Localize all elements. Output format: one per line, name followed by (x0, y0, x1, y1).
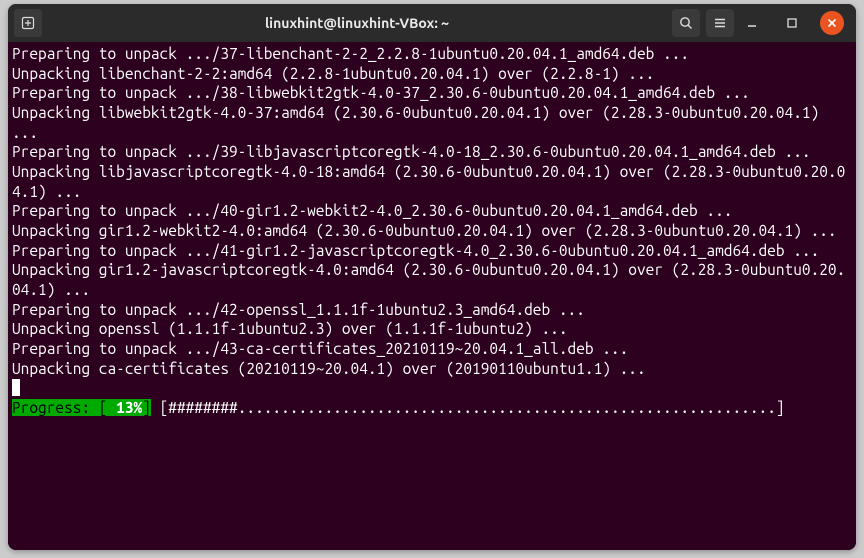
output-line: Preparing to unpack .../43-ca-certificat… (12, 340, 628, 357)
progress-bar: [########...............................… (151, 399, 793, 416)
window-controls (740, 11, 850, 35)
output-line: Preparing to unpack .../37-libenchant-2-… (12, 45, 689, 62)
progress-label: Progress: [ (12, 399, 107, 416)
window-title: linuxhint@linuxhint-VBox: ~ (48, 15, 666, 31)
output-line: Preparing to unpack .../40-gir1.2-webkit… (12, 202, 732, 219)
output-line: Unpacking libwebkit2gtk-4.0-37:amd64 (2.… (12, 104, 828, 141)
output-line: Unpacking openssl (1.1.1f-1ubuntu2.3) ov… (12, 320, 568, 337)
output-line: Preparing to unpack .../39-libjavascript… (12, 143, 811, 160)
cursor (12, 379, 20, 396)
output-line: Preparing to unpack .../38-libwebkit2gtk… (12, 84, 750, 101)
hamburger-menu-button[interactable] (706, 9, 734, 37)
close-button[interactable] (820, 11, 844, 35)
output-line: Unpacking gir1.2-javascriptcoregtk-4.0:a… (12, 261, 845, 298)
progress-percent: 13% (107, 399, 142, 416)
new-tab-button[interactable] (14, 9, 42, 37)
titlebar: linuxhint@linuxhint-VBox: ~ (8, 4, 856, 42)
search-button[interactable] (672, 9, 700, 37)
minimize-button[interactable] (740, 11, 764, 35)
output-line: Preparing to unpack .../41-gir1.2-javasc… (12, 242, 819, 259)
terminal-window: linuxhint@linuxhint-VBox: ~ Preparing to… (8, 4, 856, 550)
output-line: Unpacking libenchant-2-2:amd64 (2.2.8-1u… (12, 65, 654, 82)
progress-close: ] (142, 399, 151, 416)
maximize-button[interactable] (780, 11, 804, 35)
terminal-output[interactable]: Preparing to unpack .../37-libenchant-2-… (8, 42, 856, 550)
progress-line: Progress: [ 13%] [########..............… (12, 399, 793, 416)
output-line: Unpacking libjavascriptcoregtk-4.0-18:am… (12, 163, 845, 200)
output-line: Unpacking ca-certificates (20210119~20.0… (12, 360, 646, 377)
output-line: Unpacking gir1.2-webkit2-4.0:amd64 (2.30… (12, 222, 837, 239)
output-line: Preparing to unpack .../42-openssl_1.1.1… (12, 301, 585, 318)
